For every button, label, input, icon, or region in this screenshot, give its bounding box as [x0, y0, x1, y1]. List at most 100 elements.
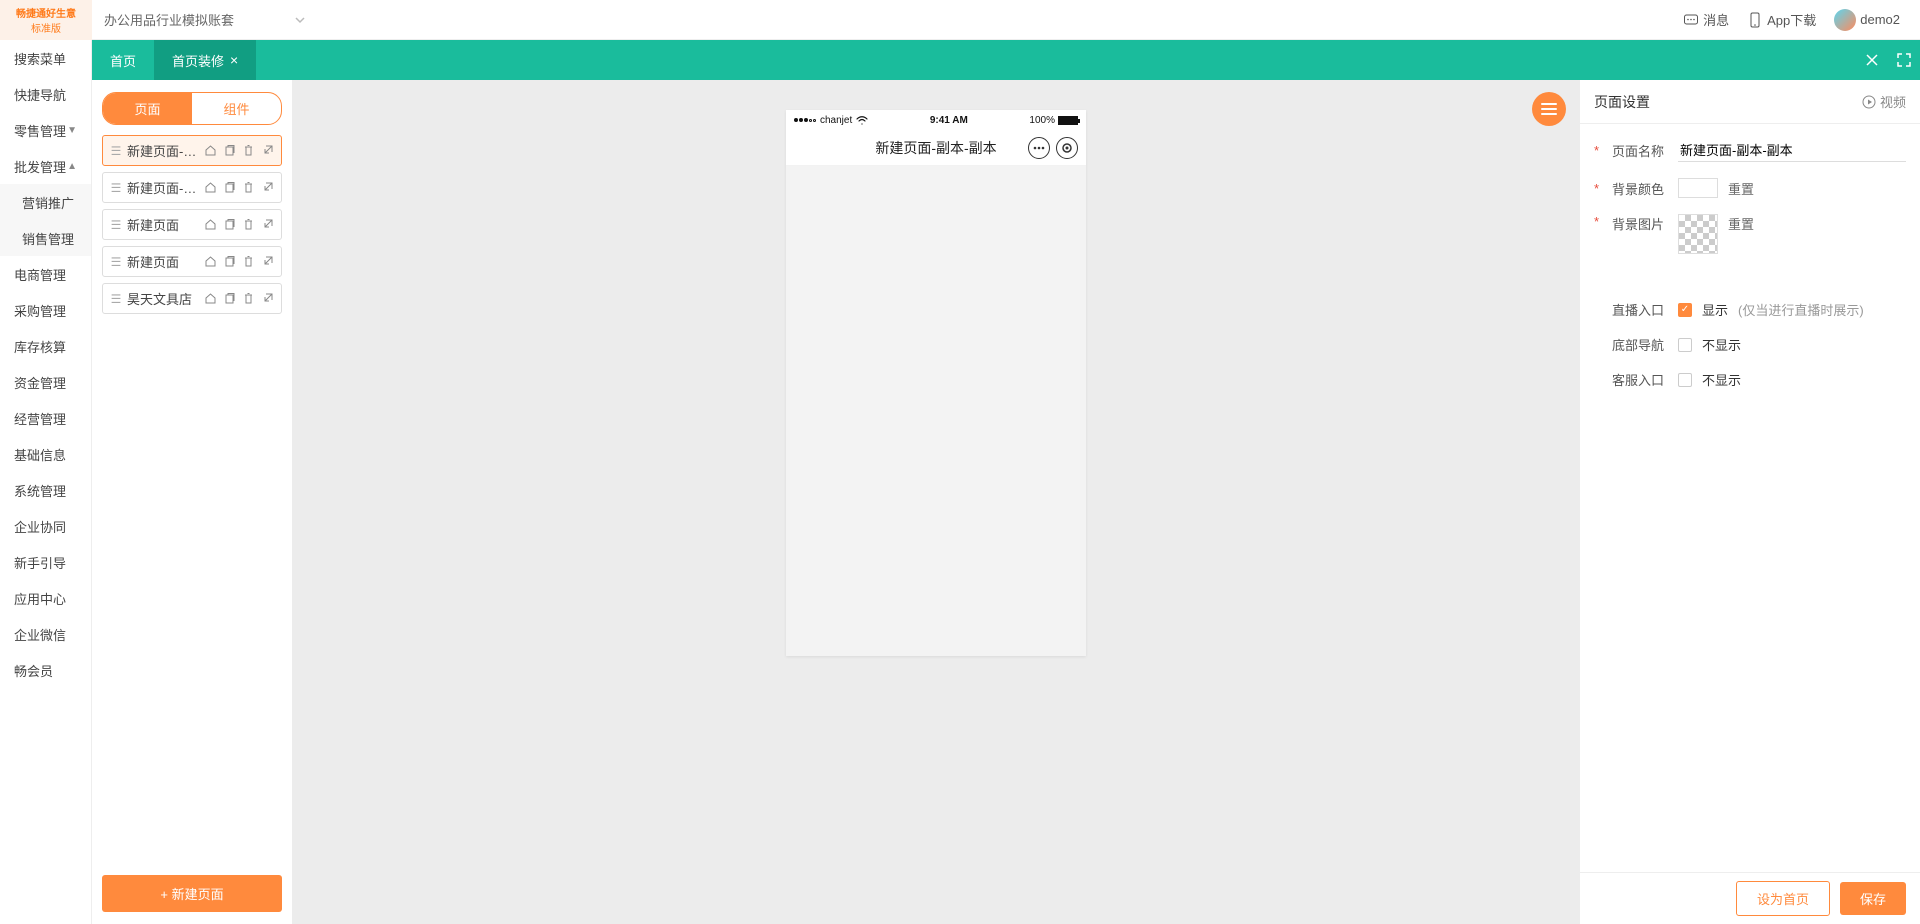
bg-image-reset[interactable]: 重置 — [1728, 214, 1754, 233]
home-icon[interactable] — [202, 180, 218, 196]
service-checkbox[interactable] — [1678, 373, 1692, 387]
page-panel: 页面 组件 ☰新建页面-副本-...☰新建页面-副本☰新建页面☰新建页面☰昊天文… — [92, 80, 292, 924]
page-row-name: 新建页面-副本-... — [127, 141, 198, 160]
sidebar-item-wechatwork[interactable]: 企业微信 — [0, 616, 91, 652]
sidebar-item-appcenter[interactable]: 应用中心 — [0, 580, 91, 616]
canvas-area: chanjet 9:41 AM 100% 新建页面-副本-副本 — [292, 80, 1580, 924]
sidebar-item-system[interactable]: 系统管理 — [0, 472, 91, 508]
bg-color-swatch[interactable] — [1678, 178, 1718, 198]
sidebar-item-collab[interactable]: 企业协同 — [0, 508, 91, 544]
tabbar-close-button[interactable] — [1856, 40, 1888, 80]
sidebar-item-member[interactable]: 畅会员 — [0, 652, 91, 688]
user-menu[interactable]: demo2 — [1834, 9, 1900, 31]
share-icon[interactable] — [259, 180, 275, 196]
sidebar-item-retail[interactable]: 零售管理▼ — [0, 112, 91, 148]
live-entry-checkbox[interactable]: ✓ — [1678, 303, 1692, 317]
new-page-button[interactable]: + 新建页面 — [102, 875, 282, 912]
page-row[interactable]: ☰ 新建页面-副本-... — [102, 135, 282, 166]
page-name-input[interactable] — [1678, 138, 1906, 162]
page-row[interactable]: ☰新建页面-副本 — [102, 172, 282, 203]
chevron-down-icon — [294, 14, 306, 26]
drag-handle-icon[interactable]: ☰ — [109, 255, 123, 269]
phone-page-title: 新建页面-副本-副本 — [875, 138, 996, 158]
sidebar: 搜索菜单 快捷导航 零售管理▼ 批发管理▲ 营销推广 销售管理 电商管理 采购管… — [0, 40, 92, 924]
copy-icon[interactable] — [221, 291, 237, 307]
drag-handle-icon[interactable]: ☰ — [109, 144, 123, 158]
field-page-name: * 页面名称 — [1594, 138, 1906, 162]
segment-component[interactable]: 组件 — [192, 93, 281, 124]
tab-page-editor[interactable]: 首页装修 × — [154, 40, 256, 80]
copy-icon[interactable] — [221, 254, 237, 270]
share-icon[interactable] — [259, 254, 275, 270]
panel-toggle-button[interactable] — [1532, 92, 1566, 126]
fullscreen-button[interactable] — [1888, 40, 1920, 80]
battery-icon: 100% — [1029, 115, 1078, 126]
drag-handle-icon[interactable]: ☰ — [109, 218, 123, 232]
sidebar-item-operations[interactable]: 经营管理 — [0, 400, 91, 436]
copy-icon[interactable] — [221, 180, 237, 196]
sidebar-item-shortcuts[interactable]: 快捷导航 — [0, 76, 91, 112]
drag-handle-icon[interactable]: ☰ — [109, 181, 123, 195]
miniapp-close-icon — [1056, 137, 1078, 159]
phone-title-bar: 新建页面-副本-副本 — [786, 130, 1086, 166]
tab-home[interactable]: 首页 — [92, 40, 154, 80]
page-row-name: 新建页面 — [127, 215, 198, 234]
bg-color-reset[interactable]: 重置 — [1728, 179, 1754, 198]
brand-logo: 畅捷通好生意 标准版 — [0, 0, 92, 40]
account-name: 办公用品行业模拟账套 — [104, 10, 234, 29]
page-row[interactable]: ☰ 新建页面 — [102, 209, 282, 240]
sidebar-item-purchase[interactable]: 采购管理 — [0, 292, 91, 328]
bg-image-swatch[interactable] — [1678, 214, 1718, 254]
sidebar-item-wholesale[interactable]: 批发管理▲ — [0, 148, 91, 184]
page-row[interactable]: ☰昊天文具店 — [102, 283, 282, 314]
app-download-button[interactable]: App下载 — [1747, 10, 1816, 29]
bottom-nav-checkbox[interactable] — [1678, 338, 1692, 352]
close-icon[interactable]: × — [230, 52, 238, 68]
delete-icon[interactable] — [240, 217, 256, 233]
sidebar-item-inventory[interactable]: 库存核算 — [0, 328, 91, 364]
settings-title: 页面设置 — [1594, 92, 1650, 112]
home-icon[interactable] — [202, 143, 218, 159]
brand-name: 畅捷通好生意 — [16, 5, 76, 20]
sidebar-item-marketing[interactable]: 营销推广 — [0, 184, 91, 220]
copy-icon[interactable] — [221, 143, 237, 159]
field-bg-color: * 背景颜色 重置 — [1594, 178, 1906, 198]
signal-icon — [794, 118, 816, 122]
sidebar-item-search[interactable]: 搜索菜单 — [0, 40, 91, 76]
home-icon[interactable] — [202, 291, 218, 307]
delete-icon[interactable] — [240, 180, 256, 196]
share-icon[interactable] — [259, 217, 275, 233]
sidebar-item-sales[interactable]: 销售管理 — [0, 220, 91, 256]
segment-control: 页面 组件 — [102, 92, 282, 125]
share-icon[interactable] — [259, 143, 275, 159]
sidebar-item-guide[interactable]: 新手引导 — [0, 544, 91, 580]
phone-status-bar: chanjet 9:41 AM 100% — [786, 110, 1086, 130]
field-bottom-nav: 底部导航 不显示 — [1594, 335, 1906, 354]
messages-button[interactable]: 消息 — [1683, 10, 1729, 29]
wifi-icon — [856, 116, 868, 125]
home-icon[interactable] — [202, 217, 218, 233]
home-icon[interactable] — [202, 254, 218, 270]
settings-panel: 页面设置 视频 * 页面名称 * 背景颜色 — [1580, 80, 1920, 924]
account-selector[interactable]: 办公用品行业模拟账套 — [104, 10, 306, 29]
message-icon — [1683, 12, 1699, 28]
sidebar-item-funds[interactable]: 资金管理 — [0, 364, 91, 400]
segment-page[interactable]: 页面 — [103, 93, 192, 124]
phone-canvas[interactable] — [786, 166, 1086, 656]
sidebar-item-ecommerce[interactable]: 电商管理 — [0, 256, 91, 292]
delete-icon[interactable] — [240, 291, 256, 307]
copy-icon[interactable] — [221, 217, 237, 233]
play-icon — [1862, 95, 1876, 109]
brand-edition: 标准版 — [31, 20, 61, 35]
page-row[interactable]: ☰ 新建页面 — [102, 246, 282, 277]
tabbar: 首页 首页装修 × — [92, 40, 1920, 80]
set-home-button[interactable]: 设为首页 — [1736, 881, 1830, 916]
page-row-name: 新建页面 — [127, 252, 198, 271]
drag-handle-icon[interactable]: ☰ — [109, 292, 123, 306]
share-icon[interactable] — [259, 291, 275, 307]
sidebar-item-basic[interactable]: 基础信息 — [0, 436, 91, 472]
delete-icon[interactable] — [240, 254, 256, 270]
delete-icon[interactable] — [240, 143, 256, 159]
video-link[interactable]: 视频 — [1862, 92, 1906, 111]
save-button[interactable]: 保存 — [1840, 882, 1906, 915]
